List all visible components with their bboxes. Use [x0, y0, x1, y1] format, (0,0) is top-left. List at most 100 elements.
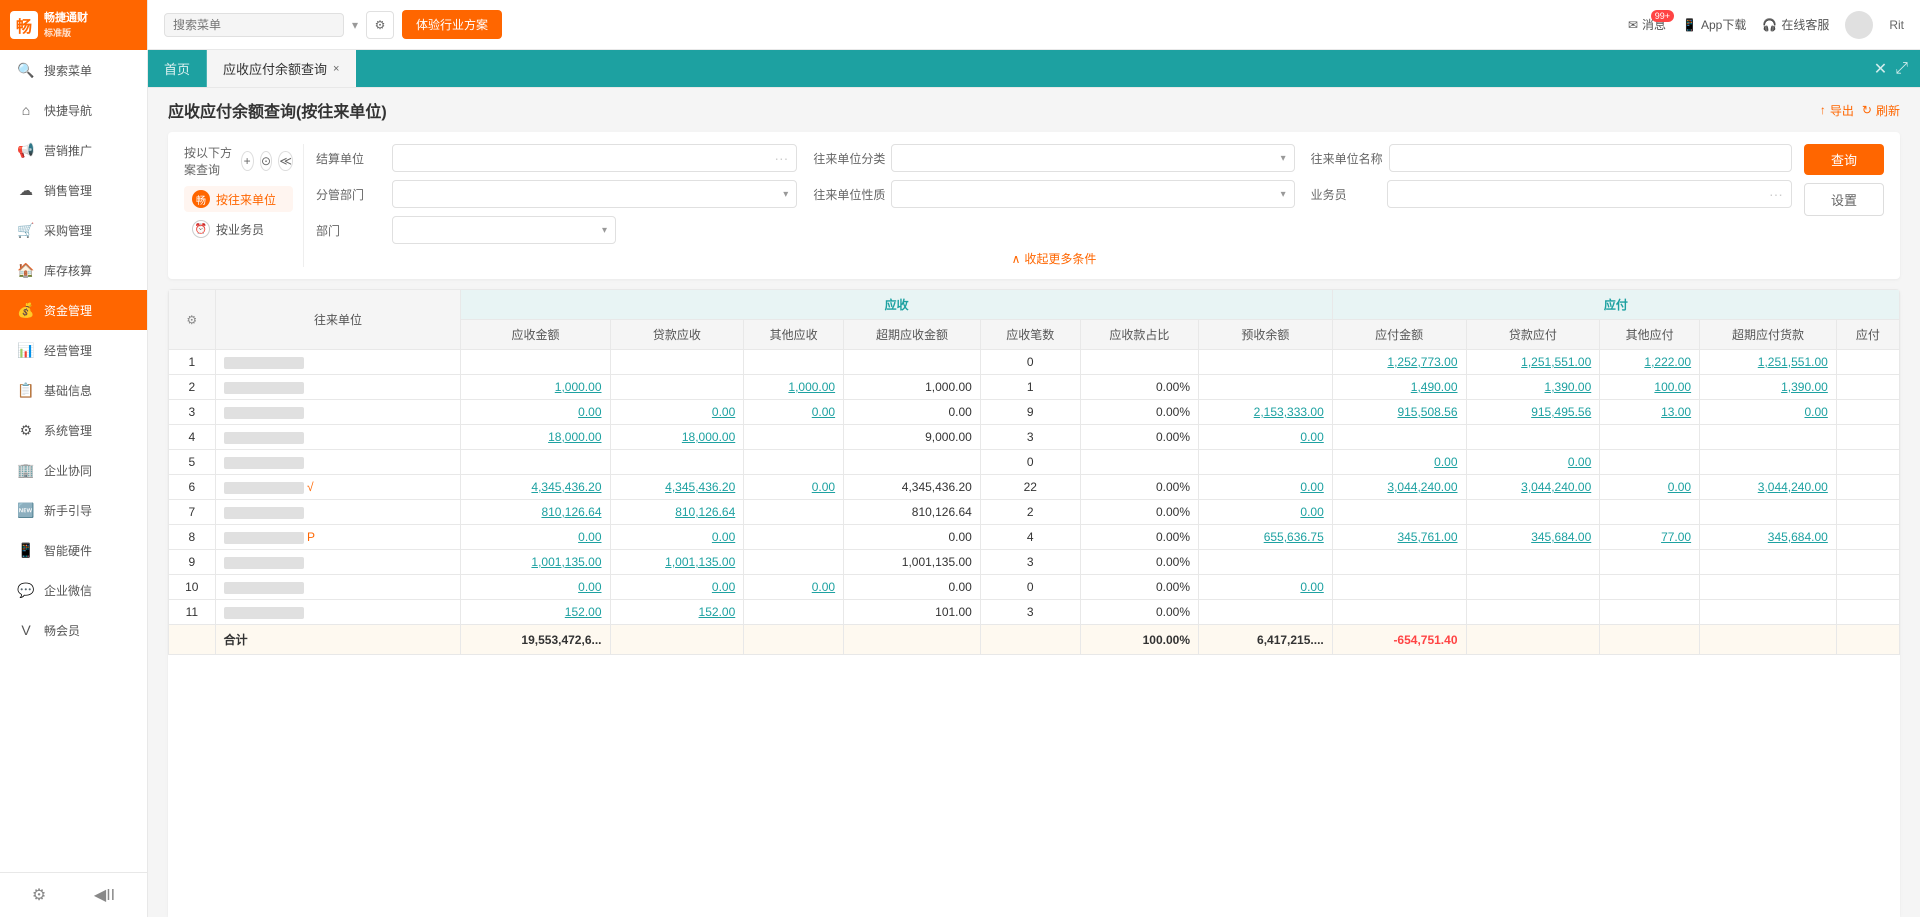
table-cell[interactable]: 1,251,551.00	[1700, 350, 1837, 375]
table-cell[interactable]: 345,761.00	[1332, 525, 1466, 550]
table-cell[interactable]: 0.00	[610, 400, 744, 425]
table-cell[interactable]: 152.00	[610, 600, 744, 625]
table-cell[interactable]: 4,345,436.20	[610, 475, 744, 500]
table-cell	[1600, 575, 1700, 600]
sidebar-item-search[interactable]: 🔍 搜索菜单	[0, 50, 147, 90]
table-cell[interactable]: 0.00	[1466, 450, 1600, 475]
breadcrumb-arrow-icon[interactable]: ▾	[352, 18, 358, 32]
filter-settings-btn[interactable]: ⊙	[260, 151, 273, 171]
table-cell[interactable]: 1,001,135.00	[461, 550, 610, 575]
table-cell[interactable]: 0.00	[744, 400, 844, 425]
table-cell[interactable]: 655,636.75	[1199, 525, 1333, 550]
sidebar-item-purchase[interactable]: 🛒 采购管理	[0, 210, 147, 250]
sidebar-settings-btn[interactable]: ⚙	[28, 881, 50, 909]
export-btn[interactable]: ↑ 导出	[1820, 102, 1854, 119]
sidebar-item-enterprise[interactable]: 🏢 企业协同	[0, 450, 147, 490]
table-cell[interactable]: 0.00	[1332, 450, 1466, 475]
table-cell[interactable]: 18,000.00	[461, 425, 610, 450]
table-cell[interactable]: 1,251,551.00	[1466, 350, 1600, 375]
table-cell[interactable]: 345,684.00	[1700, 525, 1837, 550]
search-input[interactable]	[164, 13, 344, 37]
filter-add-btn[interactable]: +	[241, 151, 254, 171]
table-cell[interactable]: 1,001,135.00	[610, 550, 744, 575]
table-cell[interactable]: 1,390.00	[1466, 375, 1600, 400]
table-cell[interactable]: 13.00	[1600, 400, 1700, 425]
table-cell[interactable]: 1,000.00	[461, 375, 610, 400]
table-cell[interactable]: 0.00	[610, 575, 744, 600]
table-cell[interactable]: 0.00	[461, 575, 610, 600]
table-cell[interactable]: 810,126.64	[610, 500, 744, 525]
table-cell[interactable]: 0.00	[1199, 575, 1333, 600]
table-cell[interactable]: 0.00	[610, 525, 744, 550]
table-cell[interactable]: 3,044,240.00	[1466, 475, 1600, 500]
table-cell[interactable]: 0.00	[744, 475, 844, 500]
sidebar-item-vip[interactable]: V 畅会员	[0, 610, 147, 650]
tab-close-window-btn[interactable]: ✕	[1874, 59, 1887, 79]
sidebar-item-weixin[interactable]: 💬 企业微信	[0, 570, 147, 610]
sidebar-item-quicknav[interactable]: ⌂ 快捷导航	[0, 90, 147, 130]
table-cell[interactable]: 0.00	[461, 525, 610, 550]
partner-nature-input[interactable]: ▾	[891, 180, 1294, 208]
settings-btn[interactable]: 设置	[1804, 183, 1884, 216]
table-cell[interactable]: 3,044,240.00	[1700, 475, 1837, 500]
table-cell[interactable]: 0.00	[1600, 475, 1700, 500]
messages-btn[interactable]: ✉ 消息 99+	[1628, 16, 1666, 33]
user-name[interactable]: Rit	[1889, 18, 1904, 32]
dept-input[interactable]: ▾	[392, 216, 616, 244]
table-cell[interactable]: 0.00	[1199, 475, 1333, 500]
table-cell[interactable]: 77.00	[1600, 525, 1700, 550]
table-cell[interactable]: 810,126.64	[461, 500, 610, 525]
table-cell[interactable]: 1,222.00	[1600, 350, 1700, 375]
partner-cell	[215, 550, 461, 575]
sidebar-item-guide[interactable]: 🆕 新手引导	[0, 490, 147, 530]
table-cell[interactable]: 18,000.00	[610, 425, 744, 450]
sidebar-item-system[interactable]: ⚙ 系统管理	[0, 410, 147, 450]
table-cell[interactable]: 0.00	[1700, 400, 1837, 425]
sidebar-item-marketing[interactable]: 📢 营销推广	[0, 130, 147, 170]
partner-cat-input[interactable]: ▾	[891, 144, 1294, 172]
table-cell[interactable]: 915,508.56	[1332, 400, 1466, 425]
online-service-btn[interactable]: 🎧 在线客服	[1762, 16, 1829, 33]
sidebar-item-sales[interactable]: ☁ 销售管理	[0, 170, 147, 210]
collapse-btn[interactable]: ∧ 收起更多条件	[316, 250, 1792, 267]
table-cell[interactable]: 152.00	[461, 600, 610, 625]
table-cell[interactable]: 1,490.00	[1332, 375, 1466, 400]
tab-current[interactable]: 应收应付余额查询 ×	[207, 50, 356, 87]
table-cell[interactable]: 2,153,333.00	[1199, 400, 1333, 425]
query-btn[interactable]: 查询	[1804, 144, 1884, 175]
settlement-input[interactable]: ···	[392, 144, 797, 172]
table-cell[interactable]: 1,000.00	[744, 375, 844, 400]
industry-btn[interactable]: 体验行业方案	[402, 10, 502, 39]
user-avatar[interactable]	[1845, 11, 1873, 39]
sidebar-collapse-btn[interactable]: ◀II	[90, 881, 119, 909]
table-cell[interactable]: 100.00	[1600, 375, 1700, 400]
table-cell[interactable]: 0.00	[744, 575, 844, 600]
table-cell[interactable]: 1,390.00	[1700, 375, 1837, 400]
gear-button[interactable]: ⚙	[366, 11, 394, 39]
table-cell[interactable]: 3,044,240.00	[1332, 475, 1466, 500]
table-cell[interactable]: 0.00	[1199, 425, 1333, 450]
filter-collapse-btn[interactable]: ≪	[278, 151, 293, 171]
table-cell[interactable]: 0.00	[461, 400, 610, 425]
table-cell[interactable]: 915,495.56	[1466, 400, 1600, 425]
tab-home[interactable]: 首页	[148, 50, 207, 87]
app-download-btn[interactable]: 📱 App下载	[1682, 16, 1746, 33]
tab-fullscreen-btn[interactable]: ⤢	[1895, 60, 1908, 78]
refresh-btn[interactable]: ↻ 刷新	[1862, 102, 1900, 119]
sidebar-item-operations[interactable]: 📊 经营管理	[0, 330, 147, 370]
sidebar-item-smarthw[interactable]: 📱 智能硬件	[0, 530, 147, 570]
branch-dept-input[interactable]: ▾	[392, 180, 797, 208]
sidebar-item-basicinfo[interactable]: 📋 基础信息	[0, 370, 147, 410]
sidebar-item-finance[interactable]: 💰 资金管理	[0, 290, 147, 330]
partner-name-input[interactable]	[1389, 144, 1792, 172]
table-cell[interactable]: 345,684.00	[1466, 525, 1600, 550]
scheme-item-salesperson[interactable]: ⏰ 按业务员	[184, 216, 293, 242]
tab-close-icon[interactable]: ×	[333, 63, 339, 75]
col-settings[interactable]: ⚙	[169, 290, 216, 350]
table-cell[interactable]: 1,252,773.00	[1332, 350, 1466, 375]
salesperson-input[interactable]: ···	[1387, 180, 1792, 208]
table-cell[interactable]: 0.00	[1199, 500, 1333, 525]
table-cell[interactable]: 4,345,436.20	[461, 475, 610, 500]
sidebar-item-inventory[interactable]: 🏠 库存核算	[0, 250, 147, 290]
scheme-item-partner[interactable]: 畅 按往来单位	[184, 186, 293, 212]
